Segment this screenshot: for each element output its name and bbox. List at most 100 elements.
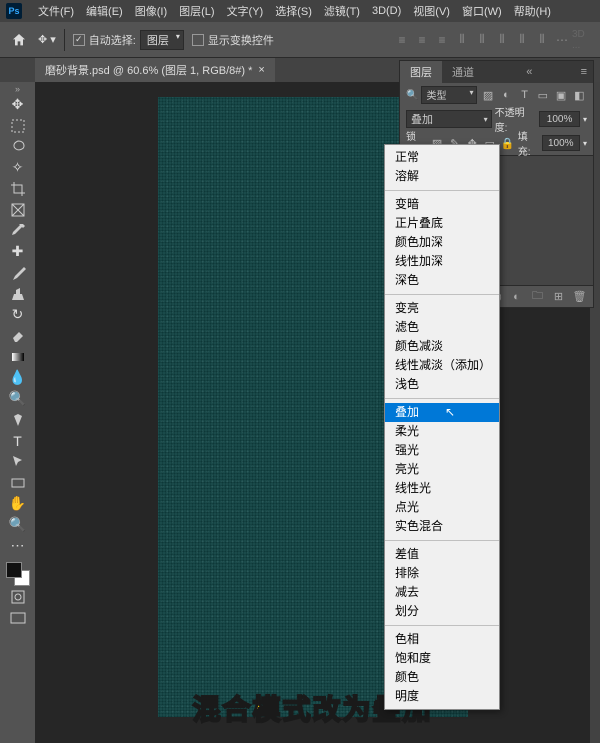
home-icon[interactable]: [8, 29, 30, 51]
blend-item-hue[interactable]: 色相: [385, 630, 499, 649]
blend-item-color-burn[interactable]: 颜色加深: [385, 233, 499, 252]
move-tool[interactable]: ✥: [5, 94, 30, 115]
blend-item-normal[interactable]: 正常: [385, 148, 499, 167]
blend-item-color[interactable]: 颜色: [385, 668, 499, 687]
distribute-h-icon[interactable]: ⫴: [512, 30, 532, 50]
show-transform-checkbox[interactable]: [192, 34, 204, 46]
auto-select-checkbox[interactable]: ✓: [73, 34, 85, 46]
lock-all-icon[interactable]: 🔒: [500, 135, 515, 151]
crop-tool[interactable]: [5, 178, 30, 199]
close-tab-icon[interactable]: ×: [258, 64, 264, 76]
blend-item-dissolve[interactable]: 溶解: [385, 167, 499, 186]
tab-layers[interactable]: 图层: [400, 61, 442, 83]
blend-item-color-dodge[interactable]: 颜色减淡: [385, 337, 499, 356]
filter-smart-icon[interactable]: ▣: [553, 87, 568, 103]
path-select-tool[interactable]: [5, 451, 30, 472]
distribute-v-icon[interactable]: ⫴: [532, 30, 552, 50]
layer-filter-dropdown[interactable]: 类型: [421, 86, 477, 104]
fill-chevron-icon[interactable]: ▾: [583, 139, 587, 148]
blend-item-hard-mix[interactable]: 实色混合: [385, 517, 499, 536]
screen-mode-icon[interactable]: [5, 607, 30, 628]
blend-item-lighter-color[interactable]: 浅色: [385, 375, 499, 394]
type-tool[interactable]: T: [5, 430, 30, 451]
adjustment-layer-icon[interactable]: ◐: [509, 289, 524, 304]
lasso-tool[interactable]: [5, 136, 30, 157]
blend-item-lighten[interactable]: 变亮: [385, 299, 499, 318]
blend-mode-dropdown[interactable]: 叠加: [406, 110, 492, 128]
group-icon[interactable]: 🗀: [530, 289, 545, 304]
blend-item-darken[interactable]: 变暗: [385, 195, 499, 214]
blend-item-exclusion[interactable]: 排除: [385, 564, 499, 583]
menu-type[interactable]: 文字(Y): [221, 3, 270, 19]
show-transform-group[interactable]: 显示变换控件: [192, 32, 274, 48]
menu-image[interactable]: 图像(I): [129, 3, 173, 19]
blend-item-subtract[interactable]: 减去: [385, 583, 499, 602]
clone-stamp-tool[interactable]: [5, 283, 30, 304]
align-top-icon[interactable]: ⫴: [452, 30, 472, 50]
filter-type-icon[interactable]: T: [517, 87, 532, 103]
menu-filter[interactable]: 滤镜(T): [318, 3, 366, 19]
fill-field[interactable]: 100%: [542, 135, 580, 151]
filter-adjust-icon[interactable]: ◐: [499, 87, 514, 103]
blend-item-darker-color[interactable]: 深色: [385, 271, 499, 290]
menu-3d[interactable]: 3D(D): [366, 5, 407, 17]
document-tab[interactable]: 磨砂背景.psd @ 60.6% (图层 1, RGB/8#) * ×: [35, 58, 275, 82]
brush-tool[interactable]: [5, 262, 30, 283]
menu-window[interactable]: 窗口(W): [456, 3, 508, 19]
hand-tool[interactable]: ✋: [5, 493, 30, 514]
color-swatches[interactable]: [6, 562, 30, 586]
align-center-icon[interactable]: ≡: [412, 30, 432, 50]
gradient-tool[interactable]: [5, 346, 30, 367]
menu-file[interactable]: 文件(F): [32, 3, 80, 19]
marquee-tool[interactable]: [5, 115, 30, 136]
pen-tool[interactable]: [5, 409, 30, 430]
frame-tool[interactable]: [5, 199, 30, 220]
opacity-field[interactable]: 100%: [539, 111, 580, 127]
filter-shape-icon[interactable]: ▭: [535, 87, 550, 103]
blend-item-overlay[interactable]: 叠加↖: [385, 403, 499, 422]
edit-toolbar-icon[interactable]: ⋯: [5, 535, 30, 556]
menu-edit[interactable]: 编辑(E): [80, 3, 129, 19]
align-bottom-icon[interactable]: ⫴: [492, 30, 512, 50]
blend-item-linear-light[interactable]: 线性光: [385, 479, 499, 498]
blend-item-pin-light[interactable]: 点光: [385, 498, 499, 517]
menu-layer[interactable]: 图层(L): [173, 3, 220, 19]
eraser-tool[interactable]: [5, 325, 30, 346]
quick-mask-icon[interactable]: [5, 586, 30, 607]
delete-layer-icon[interactable]: 🗑: [572, 289, 587, 304]
dodge-tool[interactable]: 🔍: [5, 388, 30, 409]
auto-select-dropdown[interactable]: 图层: [140, 30, 184, 50]
magic-wand-tool[interactable]: ✧: [5, 157, 30, 178]
menu-help[interactable]: 帮助(H): [508, 3, 557, 19]
blend-item-difference[interactable]: 差值: [385, 545, 499, 564]
align-right-icon[interactable]: ≡: [432, 30, 452, 50]
foreground-color[interactable]: [6, 562, 22, 578]
panel-collapse-icon[interactable]: «: [520, 66, 538, 78]
auto-select-group[interactable]: ✓ 自动选择: 图层: [73, 30, 184, 50]
align-left-icon[interactable]: ≡: [392, 30, 412, 50]
zoom-tool[interactable]: 🔍: [5, 514, 30, 535]
blend-item-luminosity[interactable]: 明度: [385, 687, 499, 706]
panel-menu-icon[interactable]: ≡: [575, 66, 593, 78]
blend-item-linear-burn[interactable]: 线性加深: [385, 252, 499, 271]
filter-toggle-icon[interactable]: ◧: [572, 87, 587, 103]
tab-channels[interactable]: 通道: [442, 61, 484, 83]
blend-item-soft-light[interactable]: 柔光: [385, 422, 499, 441]
opacity-chevron-icon[interactable]: ▾: [583, 115, 587, 124]
align-middle-icon[interactable]: ⫴: [472, 30, 492, 50]
toolbox-expand-icon[interactable]: »: [11, 84, 24, 94]
history-brush-tool[interactable]: ↻: [5, 304, 30, 325]
more-options-icon[interactable]: ⋯: [552, 30, 572, 50]
eyedropper-tool[interactable]: [5, 220, 30, 241]
move-tool-indicator[interactable]: ✥ ▾: [38, 33, 56, 46]
blur-tool[interactable]: 💧: [5, 367, 30, 388]
blend-item-vivid-light[interactable]: 亮光: [385, 460, 499, 479]
blend-item-divide[interactable]: 划分: [385, 602, 499, 621]
new-layer-icon[interactable]: ⊞: [551, 289, 566, 304]
menu-view[interactable]: 视图(V): [407, 3, 456, 19]
filter-pixel-icon[interactable]: ▨: [480, 87, 495, 103]
menu-select[interactable]: 选择(S): [269, 3, 318, 19]
healing-brush-tool[interactable]: ✚: [5, 241, 30, 262]
blend-item-screen[interactable]: 滤色: [385, 318, 499, 337]
blend-item-linear-dodge[interactable]: 线性减淡（添加）: [385, 356, 499, 375]
